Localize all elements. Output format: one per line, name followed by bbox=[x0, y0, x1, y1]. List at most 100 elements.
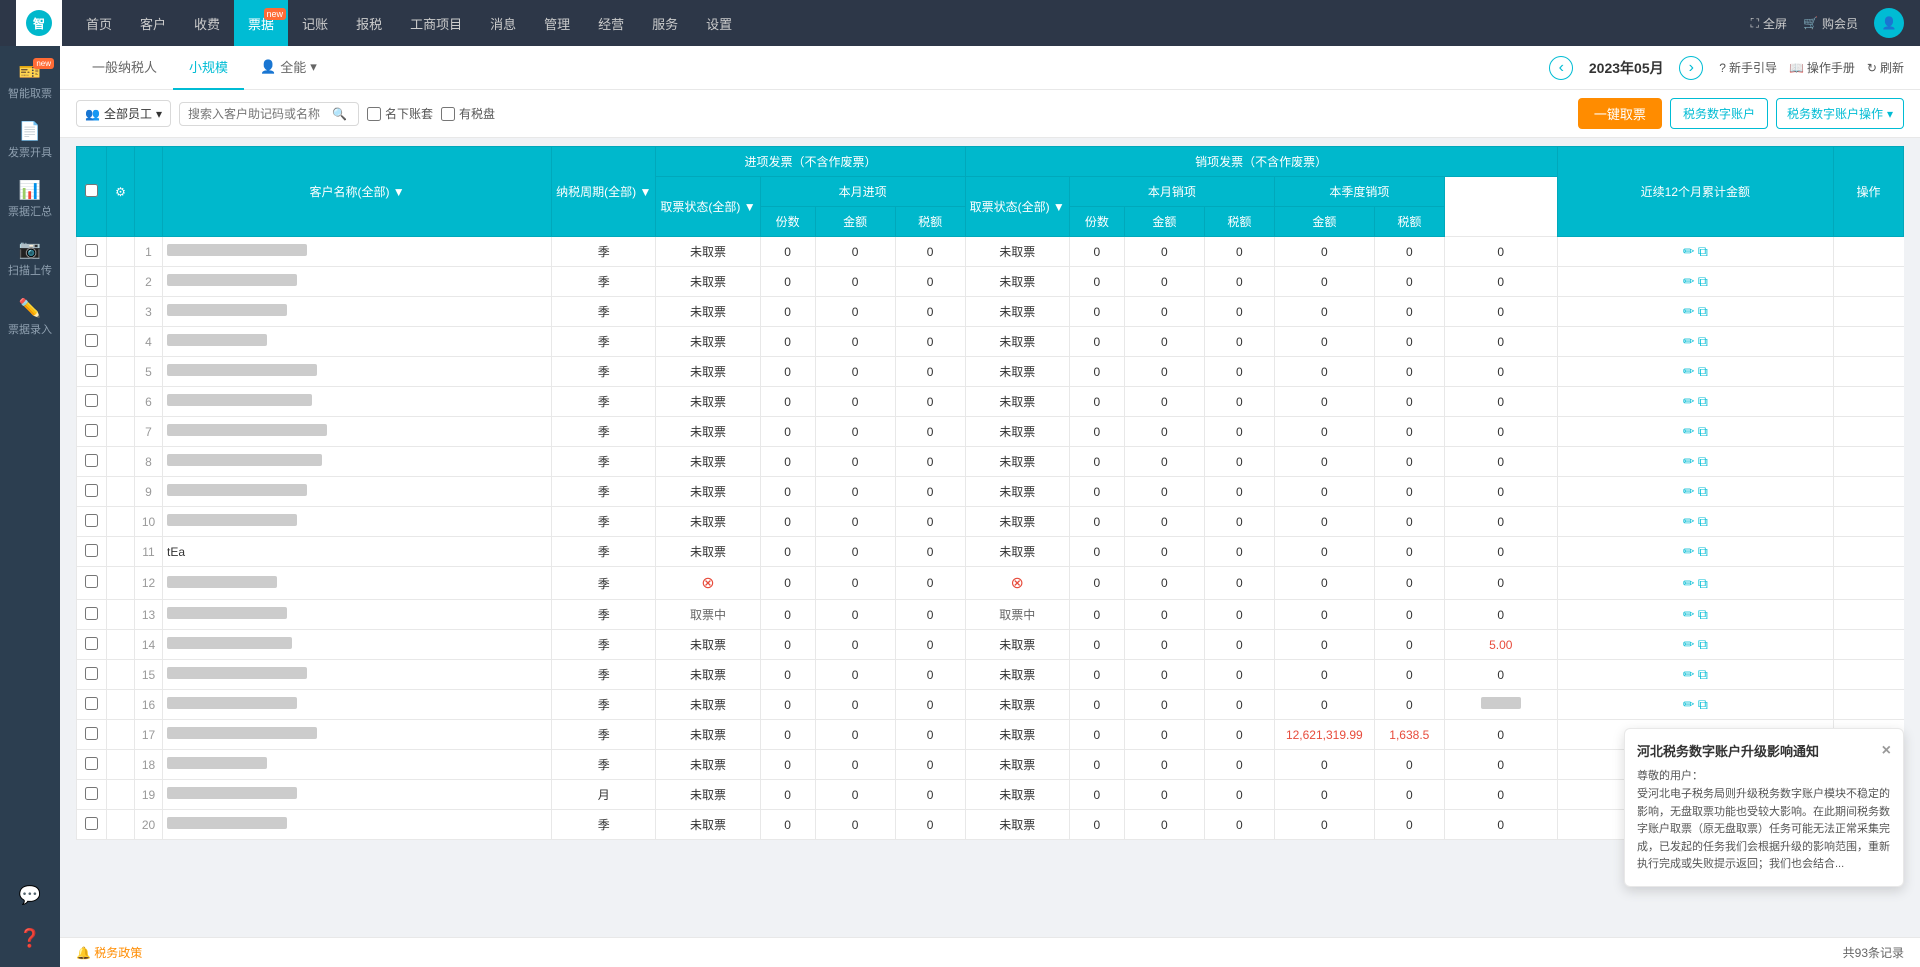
filter-has-taxdisk[interactable]: 有税盘 bbox=[441, 105, 495, 122]
sidebar-item-invoice-issue[interactable]: 📄 发票开具 bbox=[2, 113, 58, 168]
nav-settings[interactable]: 设置 bbox=[692, 0, 746, 46]
nav-billing[interactable]: 收费 bbox=[180, 0, 234, 46]
edit-button[interactable]: ✏ bbox=[1683, 243, 1695, 259]
row-checkbox[interactable] bbox=[85, 697, 98, 710]
filter-under-account[interactable]: 名下账套 bbox=[367, 105, 433, 122]
row-checkbox[interactable] bbox=[85, 514, 98, 527]
copy-button[interactable]: ⧉ bbox=[1698, 423, 1708, 439]
employee-select[interactable]: 👥 全部员工 ▾ bbox=[76, 100, 171, 127]
th-in-take-status[interactable]: 取票状态(全部) ▼ bbox=[656, 177, 760, 237]
th-customer-name[interactable]: 客户名称(全部) ▼ bbox=[163, 147, 552, 237]
checkbox-has-taxdisk[interactable] bbox=[441, 107, 455, 121]
nav-business[interactable]: 工商项目 bbox=[396, 0, 476, 46]
row-checkbox[interactable] bbox=[85, 727, 98, 740]
row-checkbox[interactable] bbox=[85, 575, 98, 588]
row-checkbox[interactable] bbox=[85, 394, 98, 407]
copy-button[interactable]: ⧉ bbox=[1698, 273, 1708, 289]
edit-button[interactable]: ✏ bbox=[1683, 273, 1695, 289]
edit-button[interactable]: ✏ bbox=[1683, 575, 1695, 591]
copy-button[interactable]: ⧉ bbox=[1698, 666, 1708, 682]
edit-button[interactable]: ✏ bbox=[1683, 636, 1695, 652]
row-checkbox[interactable] bbox=[85, 607, 98, 620]
customer-name-cell bbox=[163, 387, 552, 417]
nav-message[interactable]: 消息 bbox=[476, 0, 530, 46]
copy-button[interactable]: ⧉ bbox=[1698, 303, 1708, 319]
digital-account-button[interactable]: 税务数字账户 bbox=[1670, 98, 1768, 129]
edit-button[interactable]: ✏ bbox=[1683, 666, 1695, 682]
row-checkbox[interactable] bbox=[85, 364, 98, 377]
row-checkbox[interactable] bbox=[85, 787, 98, 800]
row-checkbox[interactable] bbox=[85, 424, 98, 437]
date-prev-button[interactable]: ‹ bbox=[1549, 56, 1573, 80]
manual-button[interactable]: 📖 操作手册 bbox=[1789, 59, 1855, 76]
copy-button[interactable]: ⧉ bbox=[1698, 363, 1708, 379]
sidebar-item-invoice-summary[interactable]: 📊 票据汇总 bbox=[2, 172, 58, 227]
nav-accounting[interactable]: 记账 bbox=[288, 0, 342, 46]
edit-button[interactable]: ✏ bbox=[1683, 363, 1695, 379]
row-checkbox[interactable] bbox=[85, 757, 98, 770]
row-checkbox[interactable] bbox=[85, 274, 98, 287]
tab-small-scale[interactable]: 小规模 bbox=[173, 46, 244, 90]
row-checkbox[interactable] bbox=[85, 244, 98, 257]
copy-button[interactable]: ⧉ bbox=[1698, 636, 1708, 652]
copy-button[interactable]: ⧉ bbox=[1698, 513, 1708, 529]
copy-button[interactable]: ⧉ bbox=[1698, 243, 1708, 259]
row-checkbox[interactable] bbox=[85, 304, 98, 317]
sidebar-item-message[interactable]: 💬 bbox=[2, 877, 58, 916]
row-checkbox[interactable] bbox=[85, 484, 98, 497]
member-button[interactable]: 🛒 购会员 bbox=[1803, 15, 1858, 32]
copy-button[interactable]: ⧉ bbox=[1698, 543, 1708, 559]
search-input[interactable] bbox=[188, 107, 328, 121]
copy-button[interactable]: ⧉ bbox=[1698, 333, 1708, 349]
copy-button[interactable]: ⧉ bbox=[1698, 575, 1708, 591]
fullscreen-button[interactable]: ⛶ 全屏 bbox=[1751, 15, 1787, 32]
copy-button[interactable]: ⧉ bbox=[1698, 696, 1708, 712]
nav-invoice[interactable]: 票据 new bbox=[234, 0, 288, 46]
edit-button[interactable]: ✏ bbox=[1683, 696, 1695, 712]
sidebar-item-scan-upload[interactable]: 📷 扫描上传 bbox=[2, 231, 58, 286]
notification-close-button[interactable]: × bbox=[1882, 742, 1891, 760]
user-avatar[interactable]: 👤 bbox=[1874, 8, 1904, 38]
edit-button[interactable]: ✏ bbox=[1683, 333, 1695, 349]
tab-general-taxpayer[interactable]: 一般纳税人 bbox=[76, 46, 173, 90]
actions-cell: ✏ ⧉ bbox=[1557, 297, 1833, 327]
sidebar-item-smart-ticket[interactable]: 🎫 智能取票 new bbox=[2, 54, 58, 109]
edit-button[interactable]: ✏ bbox=[1683, 543, 1695, 559]
edit-button[interactable]: ✏ bbox=[1683, 393, 1695, 409]
row-checkbox[interactable] bbox=[85, 334, 98, 347]
edit-button[interactable]: ✏ bbox=[1683, 483, 1695, 499]
sidebar-item-help[interactable]: ❓ bbox=[2, 920, 58, 959]
checkbox-under-account[interactable] bbox=[367, 107, 381, 121]
th-out-take-status[interactable]: 取票状态(全部) ▼ bbox=[965, 177, 1069, 237]
select-all-checkbox[interactable] bbox=[85, 184, 98, 197]
sidebar-item-invoice-entry[interactable]: ✏️ 票据录入 bbox=[2, 290, 58, 345]
nav-home[interactable]: 首页 bbox=[72, 0, 126, 46]
nav-customer[interactable]: 客户 bbox=[126, 0, 180, 46]
edit-button[interactable]: ✏ bbox=[1683, 606, 1695, 622]
row-checkbox[interactable] bbox=[85, 667, 98, 680]
refresh-button[interactable]: ↻ 刷新 bbox=[1867, 59, 1904, 76]
nav-service[interactable]: 服务 bbox=[638, 0, 692, 46]
copy-button[interactable]: ⧉ bbox=[1698, 483, 1708, 499]
edit-button[interactable]: ✏ bbox=[1683, 303, 1695, 319]
date-next-button[interactable]: › bbox=[1679, 56, 1703, 80]
copy-button[interactable]: ⧉ bbox=[1698, 453, 1708, 469]
one-click-ticket-button[interactable]: 一键取票 bbox=[1578, 98, 1662, 129]
row-checkbox[interactable] bbox=[85, 817, 98, 830]
row-checkbox[interactable] bbox=[85, 544, 98, 557]
th-tax-period[interactable]: 纳税周期(全部) ▼ bbox=[552, 147, 656, 237]
nav-operation[interactable]: 经营 bbox=[584, 0, 638, 46]
edit-button[interactable]: ✏ bbox=[1683, 423, 1695, 439]
new-guide-button[interactable]: ? 新手引导 bbox=[1719, 59, 1777, 76]
row-checkbox[interactable] bbox=[85, 454, 98, 467]
digital-account-ops-button[interactable]: 税务数字账户操作 ▾ bbox=[1776, 98, 1904, 129]
edit-button[interactable]: ✏ bbox=[1683, 453, 1695, 469]
edit-button[interactable]: ✏ bbox=[1683, 513, 1695, 529]
policy-link[interactable]: 🔔 税务政策 bbox=[76, 944, 142, 961]
nav-manage[interactable]: 管理 bbox=[530, 0, 584, 46]
nav-tax[interactable]: 报税 bbox=[342, 0, 396, 46]
copy-button[interactable]: ⧉ bbox=[1698, 606, 1708, 622]
tab-all[interactable]: 👤 全能 ▾ bbox=[244, 46, 333, 90]
copy-button[interactable]: ⧉ bbox=[1698, 393, 1708, 409]
row-checkbox[interactable] bbox=[85, 637, 98, 650]
